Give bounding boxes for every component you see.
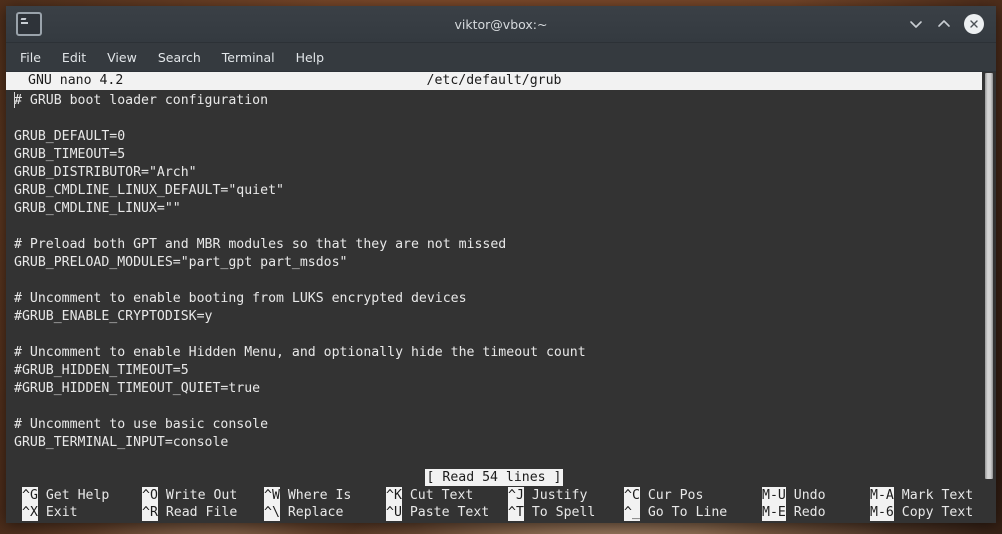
shortcut-item-row1-0[interactable]: ^G Get Help [22, 487, 109, 504]
close-button[interactable] [964, 14, 984, 34]
shortcut-item-row2-3[interactable]: ^U Paste Text [386, 504, 489, 521]
shortcut-key: ^X [22, 504, 38, 521]
shortcut-key: ^K [386, 487, 402, 504]
shortcut-label: Read File [157, 505, 238, 520]
menu-item-edit[interactable]: Edit [62, 50, 86, 65]
shortcut-item-row2-4[interactable]: ^T To Spell [508, 504, 595, 521]
shortcut-item-row2-1[interactable]: ^R Read File [142, 504, 237, 521]
shortcut-item-row1-6[interactable]: M-U Undo [762, 487, 826, 504]
shortcut-label: Go To Line [639, 505, 728, 520]
shortcut-key: ^C [624, 487, 640, 504]
shortcut-label: Exit [37, 505, 78, 520]
shortcut-key: ^\ [264, 504, 280, 521]
code-line: GRUB_CMDLINE_LINUX="" [14, 201, 181, 216]
code-line: # Uncomment to enable booting from LUKS … [14, 291, 467, 306]
shortcut-item-row1-1[interactable]: ^O Write Out [142, 487, 237, 504]
menu-item-file[interactable]: File [20, 50, 41, 65]
shortcut-item-row1-5[interactable]: ^C Cur Pos [624, 487, 703, 504]
shortcut-key: ^R [142, 504, 158, 521]
shortcut-item-row1-7[interactable]: M-A Mark Text [870, 487, 973, 504]
minimize-button[interactable] [908, 16, 924, 32]
code-line: GRUB_DISTRIBUTOR="Arch" [14, 165, 197, 180]
shortcut-key: ^U [386, 504, 402, 521]
code-line: GRUB_PRELOAD_MODULES="part_gpt part_msdo… [14, 255, 348, 270]
maximize-button[interactable] [936, 16, 952, 32]
shortcut-label: Where Is [279, 488, 352, 503]
chevron-up-icon [938, 20, 950, 27]
shortcut-label: Write Out [157, 488, 238, 503]
shortcut-label: Redo [785, 505, 826, 520]
menu-item-terminal[interactable]: Terminal [222, 50, 275, 65]
shortcut-row-1: ^G Get Help ^O Write Out ^W Where Is ^K Cut… [14, 487, 996, 504]
shortcut-key: ^G [22, 487, 38, 504]
status-message-text: [ Read 54 lines ] [424, 469, 564, 486]
shortcut-row-2: ^X Exit ^R Read File ^\ Replace ^U Paste Te… [14, 504, 996, 521]
shortcut-label: Replace [279, 505, 344, 520]
shortcut-key: ^W [264, 487, 280, 504]
code-line: GRUB_TIMEOUT=5 [14, 147, 126, 162]
scrollbar-thumb[interactable] [985, 73, 993, 479]
nano-shortcut-bar: ^G Get Help ^O Write Out ^W Where Is ^K Cut… [6, 486, 996, 523]
code-line: GRUB_CMDLINE_LINUX_DEFAULT="quiet" [14, 183, 284, 198]
shortcut-label: Cur Pos [639, 488, 704, 503]
shortcut-label: Paste Text [401, 505, 490, 520]
shortcut-key: M-6 [870, 504, 894, 521]
menu-item-help[interactable]: Help [296, 50, 325, 65]
chevron-down-icon [910, 21, 922, 28]
shortcut-item-row1-3[interactable]: ^K Cut Text [386, 487, 473, 504]
shortcut-key: ^T [508, 504, 524, 521]
window-title: viktor@vbox:~ [454, 16, 548, 32]
shortcut-key: M-E [762, 504, 786, 521]
menu-item-search[interactable]: Search [158, 50, 201, 65]
menu-item-view[interactable]: View [107, 50, 137, 65]
window-controls [908, 14, 984, 34]
shortcut-label: Undo [785, 488, 826, 503]
code-line: # Preload both GPT and MBR modules so th… [14, 237, 507, 252]
shortcut-label: To Spell [523, 505, 596, 520]
shortcut-item-row1-2[interactable]: ^W Where Is [264, 487, 351, 504]
shortcut-key: ^_ [624, 504, 640, 521]
shortcut-item-row2-0[interactable]: ^X Exit [22, 504, 78, 521]
close-icon [970, 20, 978, 28]
window-titlebar[interactable]: viktor@vbox:~ [6, 6, 996, 43]
code-line: # Uncomment to enable Hidden Menu, and o… [14, 345, 586, 360]
shortcut-key: ^O [142, 487, 158, 504]
shortcut-item-row2-2[interactable]: ^\ Replace [264, 504, 343, 521]
code-line: #GRUB_HIDDEN_TIMEOUT=5 [14, 363, 189, 378]
terminal-scrollbar[interactable] [982, 72, 996, 486]
shortcut-label: Get Help [37, 488, 110, 503]
code-line: # GRUB boot loader configuration [14, 93, 269, 108]
nano-editor-area[interactable]: # GRUB boot loader configuration GRUB_DE… [14, 90, 996, 452]
code-line: GRUB_DEFAULT=0 [14, 129, 126, 144]
shortcut-item-row1-4[interactable]: ^J Justify [508, 487, 587, 504]
terminal-content[interactable]: GNU nano 4.2 /etc/default/grub # GRUB bo… [6, 72, 996, 486]
shortcut-item-row2-7[interactable]: M-6 Copy Text [870, 504, 973, 521]
shortcut-label: Copy Text [893, 505, 974, 520]
shortcut-label: Cut Text [401, 488, 474, 503]
shortcut-key: M-U [762, 487, 786, 504]
shortcut-item-row2-5[interactable]: ^_ Go To Line [624, 504, 727, 521]
shortcut-item-row2-6[interactable]: M-E Redo [762, 504, 826, 521]
shortcut-label: Mark Text [893, 488, 974, 503]
terminal-window: viktor@vbox:~ File Edit View Search Term… [6, 6, 996, 523]
shortcut-key: M-A [870, 487, 894, 504]
code-line: #GRUB_ENABLE_CRYPTODISK=y [14, 309, 213, 324]
nano-status-message: [ Read 54 lines ] [6, 469, 982, 486]
code-line: GRUB_TERMINAL_INPUT=console [14, 435, 229, 450]
text-cursor [14, 92, 15, 108]
code-line: # Uncomment to use basic console [14, 417, 269, 432]
code-line: #GRUB_HIDDEN_TIMEOUT_QUIET=true [14, 381, 261, 396]
shortcut-key: ^J [508, 487, 524, 504]
shortcut-label: Justify [523, 488, 588, 503]
nano-filename-label: /etc/default/grub [426, 73, 562, 88]
nano-title-bar: GNU nano 4.2 /etc/default/grub [6, 72, 982, 90]
terminal-icon [16, 12, 42, 36]
menubar: File Edit View Search Terminal Help [6, 43, 996, 72]
